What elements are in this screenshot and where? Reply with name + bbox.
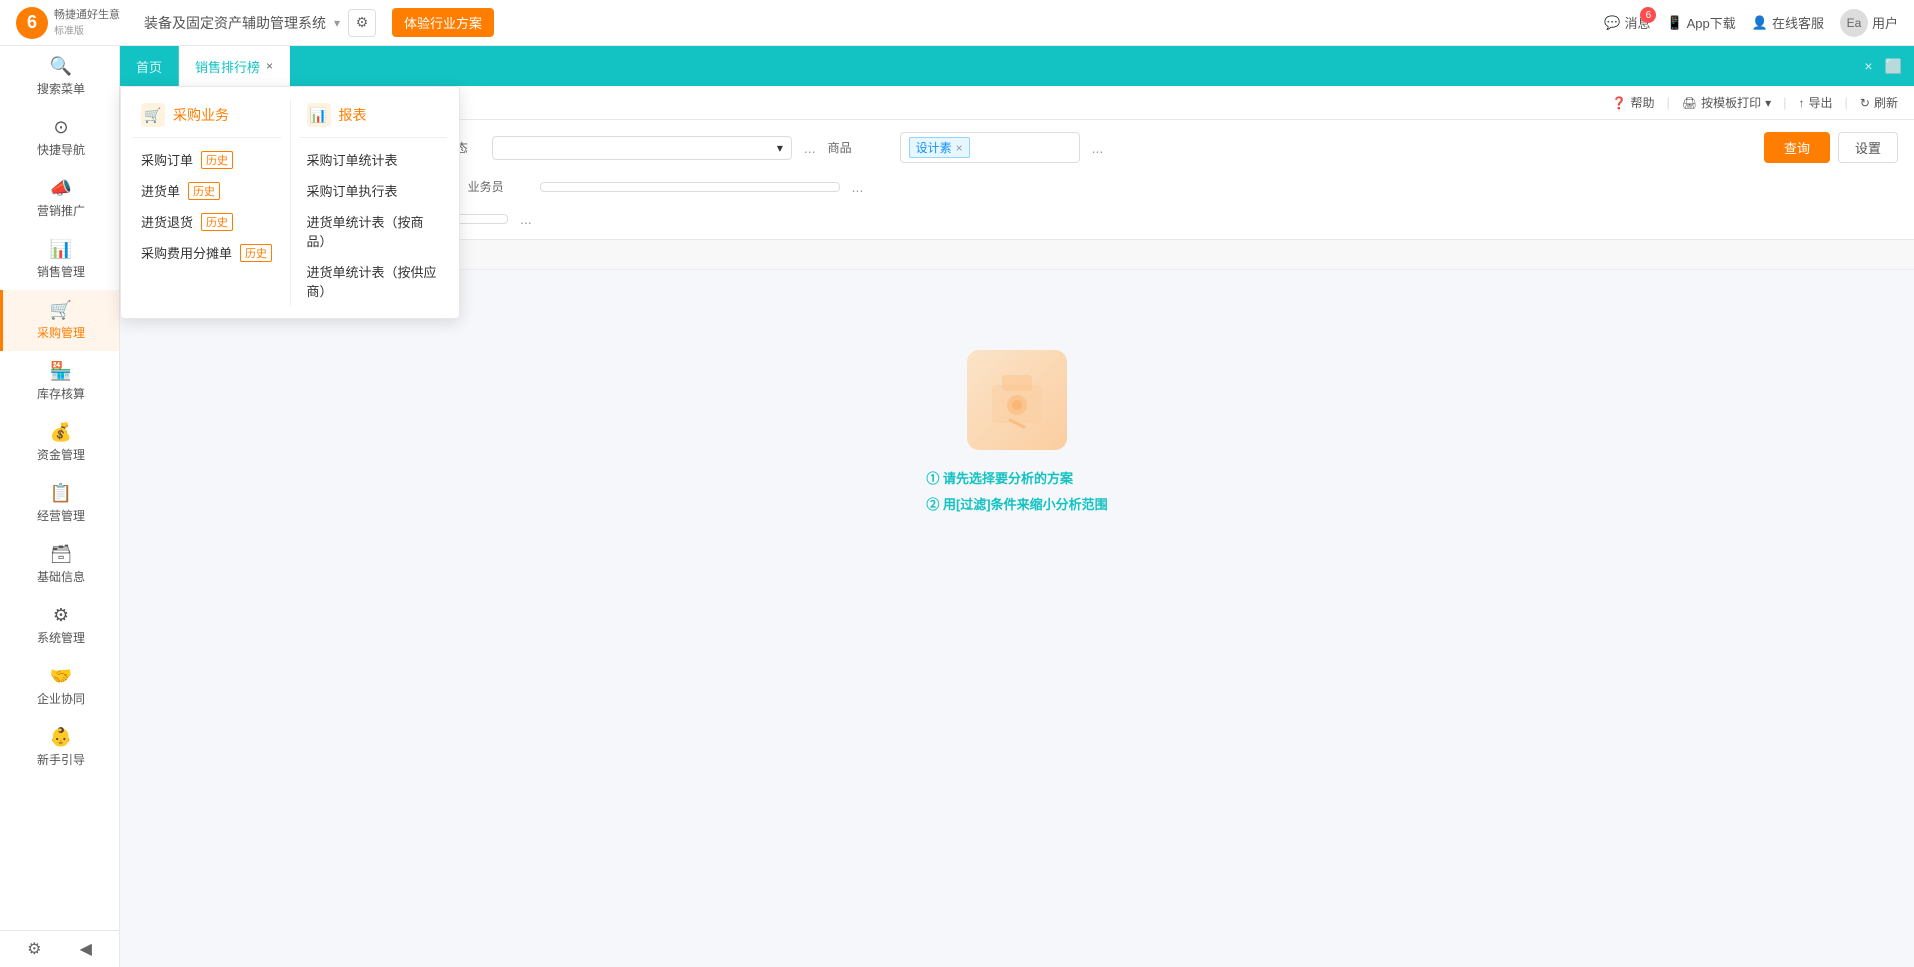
report-col-title: 报表 bbox=[339, 105, 367, 125]
dropdown-item-进货单[interactable]: 进货单 历史 bbox=[133, 175, 282, 206]
dropdown-item-label: 采购订单 bbox=[141, 150, 193, 169]
dropdown-item-进货单统计表（按供应商）[interactable]: 进货单统计表（按供应商） bbox=[299, 256, 448, 306]
dropdown-item-进货退货[interactable]: 进货退货 历史 bbox=[133, 206, 282, 237]
dropdown-columns: 🛒 采购业务 采购订单 历史 进货单 历史 进货退货 历史 采购费用分摊单 历史… bbox=[133, 99, 447, 306]
report-col-icon: 📊 bbox=[307, 103, 331, 127]
history-badge: 历史 bbox=[188, 182, 220, 200]
history-badge: 历史 bbox=[201, 213, 233, 231]
report-col-header: 📊 报表 bbox=[299, 99, 448, 138]
dropdown-item-进货单统计表（按商品）[interactable]: 进货单统计表（按商品） bbox=[299, 206, 448, 256]
dropdown-item-label: 采购订单统计表 bbox=[307, 150, 398, 169]
dropdown-item-label: 进货单统计表（按供应商） bbox=[307, 262, 440, 300]
purchase-column: 🛒 采购业务 采购订单 历史 进货单 历史 进货退货 历史 采购费用分摊单 历史 bbox=[133, 99, 282, 306]
report-column: 📊 报表 采购订单统计表采购订单执行表进货单统计表（按商品） 进货单统计表（按供应… bbox=[299, 99, 448, 306]
dropdown-item-采购订单统计表[interactable]: 采购订单统计表 bbox=[299, 144, 448, 175]
dropdown-item-label: 采购费用分摊单 bbox=[141, 243, 232, 262]
purchase-col-header: 🛒 采购业务 bbox=[133, 99, 282, 138]
dropdown-item-采购费用分摊单[interactable]: 采购费用分摊单 历史 bbox=[133, 237, 282, 268]
purchase-col-icon: 🛒 bbox=[141, 103, 165, 127]
dropdown-item-label: 进货单 bbox=[141, 181, 180, 200]
purchase-col-title: 采购业务 bbox=[173, 105, 229, 125]
history-badge: 历史 bbox=[201, 151, 233, 169]
purchase-dropdown-menu: 🛒 采购业务 采购订单 历史 进货单 历史 进货退货 历史 采购费用分摊单 历史… bbox=[120, 86, 460, 319]
col-divider bbox=[290, 99, 291, 306]
dropdown-item-label: 进货单统计表（按商品） bbox=[307, 212, 440, 250]
dropdown-item-采购订单执行表[interactable]: 采购订单执行表 bbox=[299, 175, 448, 206]
dropdown-item-label: 进货退货 bbox=[141, 212, 193, 231]
dropdown-item-label: 采购订单执行表 bbox=[307, 181, 398, 200]
history-badge: 历史 bbox=[240, 244, 272, 262]
dropdown-item-采购订单[interactable]: 采购订单 历史 bbox=[133, 144, 282, 175]
